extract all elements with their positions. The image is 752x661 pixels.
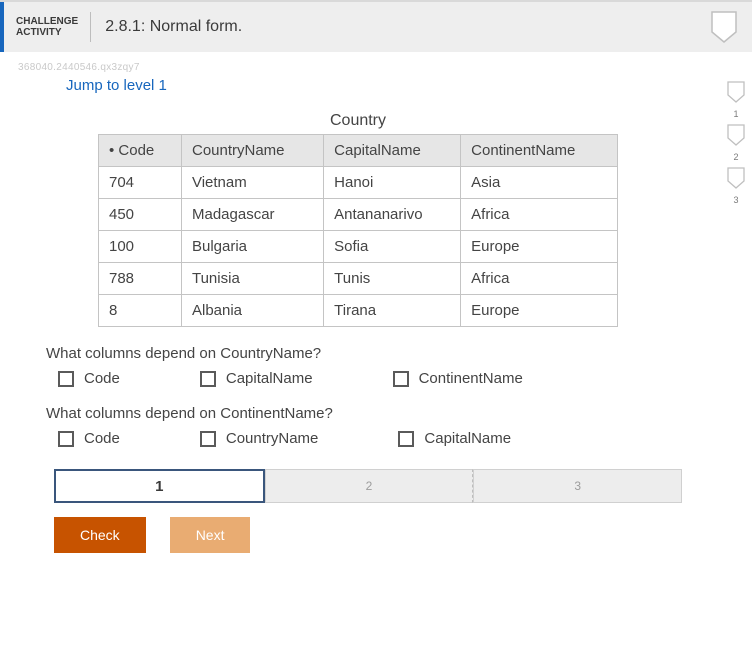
checkbox[interactable] (58, 431, 74, 447)
checkbox[interactable] (393, 371, 409, 387)
table-row: 8 Albania Tirana Europe (99, 295, 618, 327)
level-indicator-1[interactable]: 1 (726, 80, 746, 119)
option-capitalname[interactable]: CapitalName (200, 370, 313, 387)
option-code[interactable]: Code (58, 370, 120, 387)
option-code[interactable]: Code (58, 430, 120, 447)
table-body: 704 Vietnam Hanoi Asia 450 Madagascar An… (99, 167, 618, 327)
question-2: What columns depend on ContinentName? (46, 405, 734, 422)
next-button[interactable]: Next (170, 517, 251, 553)
option-label: CountryName (226, 430, 319, 447)
question-2-options: Code CountryName CapitalName (58, 430, 734, 447)
checkbox[interactable] (200, 371, 216, 387)
activity-content: 368040.2440546.qx3zqy7 Jump to level 1 1… (0, 52, 752, 575)
option-countryname[interactable]: CountryName (200, 430, 319, 447)
option-label: CapitalName (226, 370, 313, 387)
question-1: What columns depend on CountryName? (46, 345, 734, 362)
table-row: 100 Bulgaria Sofia Europe (99, 231, 618, 263)
table-header-row: • Code CountryName CapitalName Continent… (99, 135, 618, 167)
option-continentname[interactable]: ContinentName (393, 370, 523, 387)
action-buttons: Check Next (54, 517, 734, 553)
country-table: • Code CountryName CapitalName Continent… (98, 134, 618, 327)
level-indicator-column: 1 2 3 (726, 80, 746, 205)
check-button[interactable]: Check (54, 517, 146, 553)
col-header: CountryName (181, 135, 323, 167)
activity-title: 2.8.1: Normal form. (105, 18, 242, 36)
col-header: CapitalName (324, 135, 461, 167)
option-label: CapitalName (424, 430, 511, 447)
checkbox[interactable] (200, 431, 216, 447)
col-header: • Code (99, 135, 182, 167)
header-divider (90, 12, 91, 42)
progress-seg-3[interactable]: 3 (473, 469, 682, 503)
table-row: 450 Madagascar Antananarivo Africa (99, 199, 618, 231)
question-1-options: Code CapitalName ContinentName (58, 370, 734, 387)
level-indicator-2[interactable]: 2 (726, 123, 746, 162)
progress-segments: 1 2 3 (54, 469, 682, 503)
option-label: Code (84, 430, 120, 447)
progress-seg-1[interactable]: 1 (54, 469, 265, 503)
activity-panel: CHALLENGE ACTIVITY 2.8.1: Normal form. 3… (0, 0, 752, 575)
option-label: ContinentName (419, 370, 523, 387)
jump-to-level-link[interactable]: Jump to level 1 (66, 77, 734, 94)
checkbox[interactable] (398, 431, 414, 447)
activity-type-label: CHALLENGE ACTIVITY (16, 16, 90, 38)
shield-icon (710, 10, 738, 47)
option-label: Code (84, 370, 120, 387)
table-title: Country (98, 112, 618, 130)
option-capitalname[interactable]: CapitalName (398, 430, 511, 447)
table-row: 788 Tunisia Tunis Africa (99, 263, 618, 295)
level-indicator-3[interactable]: 3 (726, 166, 746, 205)
watermark: 368040.2440546.qx3zqy7 (18, 62, 734, 73)
activity-header: CHALLENGE ACTIVITY 2.8.1: Normal form. (0, 2, 752, 52)
checkbox[interactable] (58, 371, 74, 387)
progress-seg-2[interactable]: 2 (265, 469, 474, 503)
table-row: 704 Vietnam Hanoi Asia (99, 167, 618, 199)
table-area: Country • Code CountryName CapitalName C… (98, 112, 618, 327)
col-header: ContinentName (461, 135, 618, 167)
